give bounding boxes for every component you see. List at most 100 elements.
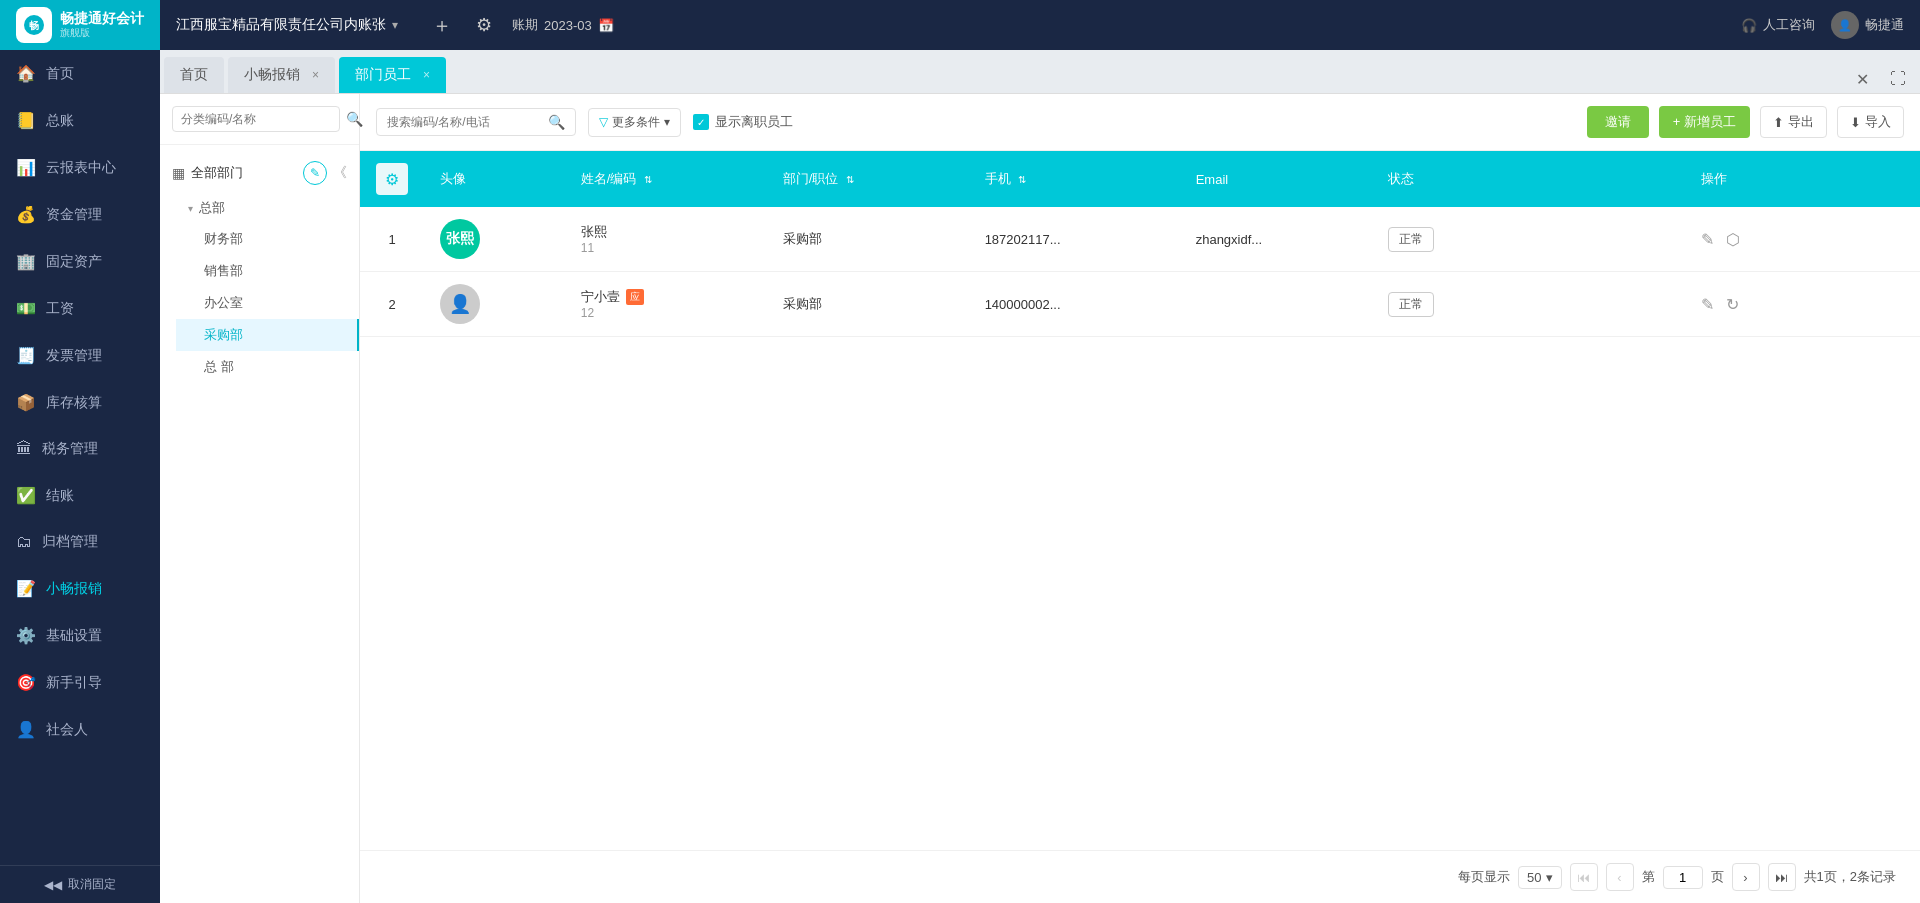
tab-employee-close[interactable]: ×: [423, 68, 430, 82]
row2-avatar: 👤: [424, 272, 565, 337]
dept-grid-icon: ▦: [172, 165, 185, 181]
logout-button-row1[interactable]: ⬡: [1726, 231, 1740, 248]
inventory-icon: 📦: [16, 393, 36, 412]
status-badge: 正常: [1388, 292, 1434, 317]
col-ops: 操作: [1685, 151, 1920, 207]
reports-icon: 📊: [16, 158, 36, 177]
unfix-button[interactable]: ◀◀ 取消固定: [0, 865, 160, 903]
avatar-circle: 张熙: [440, 219, 480, 259]
sidebar: 🏠 首页 📒 总账 📊 云报表中心 💰 资金管理 🏢 固定资产 💵 工资 🧾 发…: [0, 50, 160, 903]
dept-item-sales[interactable]: 销售部: [176, 255, 359, 287]
service-button[interactable]: 🎧 人工咨询: [1741, 16, 1815, 34]
add-company-button[interactable]: ＋: [420, 12, 464, 39]
page-size-value[interactable]: 50 ▾: [1518, 866, 1561, 889]
dept-sort-icon[interactable]: ⇅: [846, 174, 854, 185]
dept-collapse-button[interactable]: 《: [333, 164, 347, 182]
phone-sort-icon[interactable]: ⇅: [1018, 174, 1026, 185]
col-name: 姓名/编码 ⇅: [565, 151, 767, 207]
tab-expand-button[interactable]: ⛶: [1884, 65, 1912, 93]
dept-item-purchase[interactable]: 采购部: [176, 319, 359, 351]
show-resigned-label: 显示离职员工: [715, 113, 793, 131]
name-code: 张熙 11: [581, 223, 751, 255]
add-employee-button[interactable]: + 新增员工: [1659, 106, 1750, 138]
sidebar-item-guide[interactable]: 🎯 新手引导: [0, 659, 160, 706]
dept-item-office[interactable]: 办公室: [176, 287, 359, 319]
sidebar-item-funds[interactable]: 💰 资金管理: [0, 191, 160, 238]
export-icon: ⬆: [1773, 115, 1784, 130]
user-menu[interactable]: 👤 畅捷通: [1831, 11, 1904, 39]
settings-button[interactable]: ⚙: [464, 14, 504, 36]
edit-button-row2[interactable]: ✎: [1701, 296, 1714, 313]
filter-icon: ▽: [599, 115, 608, 129]
tab-employee-label: 部门员工: [355, 66, 411, 84]
row2-ops: ✎ ↻: [1685, 272, 1920, 337]
page-first-button[interactable]: ⏮: [1570, 863, 1598, 891]
sidebar-item-archive[interactable]: 🗂 归档管理: [0, 519, 160, 565]
guide-icon: 🎯: [16, 673, 36, 692]
company-dropdown-arrow: ▾: [392, 18, 398, 32]
sidebar-label-funds: 资金管理: [46, 206, 102, 224]
sidebar-item-social[interactable]: 👤 社会人: [0, 706, 160, 753]
sidebar-item-reports[interactable]: 📊 云报表中心: [0, 144, 160, 191]
more-filter-button[interactable]: ▽ 更多条件 ▾: [588, 108, 681, 137]
period-value: 2023-03: [544, 18, 592, 33]
sidebar-item-closing[interactable]: ✅ 结账: [0, 472, 160, 519]
tab-employee[interactable]: 部门员工 ×: [339, 57, 446, 93]
dept-edit-button[interactable]: ✎: [303, 161, 327, 185]
resigned-checkbox[interactable]: ✓: [693, 114, 709, 130]
employee-search-input[interactable]: [387, 115, 548, 129]
export-button[interactable]: ⬆ 导出: [1760, 106, 1827, 138]
funds-icon: 💰: [16, 205, 36, 224]
dept-item-general[interactable]: 总 部: [176, 351, 359, 383]
dept-group-head[interactable]: ▾ 总部: [176, 193, 359, 223]
unfix-label: 取消固定: [68, 876, 116, 893]
unfix-arrow-icon: ◀◀: [44, 878, 62, 892]
tab-expense-close[interactable]: ×: [312, 68, 319, 82]
period-display: 账期 2023-03 📅: [504, 16, 622, 34]
sidebar-item-ledger[interactable]: 📒 总账: [0, 97, 160, 144]
main-layout: 🏠 首页 📒 总账 📊 云报表中心 💰 资金管理 🏢 固定资产 💵 工资 🧾 发…: [0, 50, 1920, 903]
import-label: 导入: [1865, 113, 1891, 131]
dept-all-button[interactable]: ▦ 全部部门 ✎ 《: [160, 153, 359, 193]
sidebar-item-tax[interactable]: 🏛 税务管理: [0, 426, 160, 472]
edit-button-row1[interactable]: ✎: [1701, 231, 1714, 248]
sidebar-item-expense[interactable]: 📝 小畅报销: [0, 565, 160, 612]
dept-item-finance[interactable]: 财务部: [176, 223, 359, 255]
tab-home[interactable]: 首页: [164, 57, 224, 93]
page-last-button[interactable]: ⏭: [1768, 863, 1796, 891]
company-selector[interactable]: 江西服宝精品有限责任公司内账张 ▾: [160, 16, 420, 34]
page-number-input[interactable]: [1663, 866, 1703, 889]
name-sort-icon[interactable]: ⇅: [644, 174, 652, 185]
tab-expense[interactable]: 小畅报销 ×: [228, 57, 335, 93]
toolbar-right: 邀请 + 新增员工 ⬆ 导出 ⬇ 导入: [1587, 106, 1904, 138]
sidebar-item-invoice[interactable]: 🧾 发票管理: [0, 332, 160, 379]
show-resigned-toggle[interactable]: ✓ 显示离职员工: [693, 113, 793, 131]
sidebar-item-home[interactable]: 🏠 首页: [0, 50, 160, 97]
sidebar-item-base[interactable]: ⚙️ 基础设置: [0, 612, 160, 659]
user-name: 畅捷通: [1865, 16, 1904, 34]
sidebar-item-inventory[interactable]: 📦 库存核算: [0, 379, 160, 426]
logo-icon: 畅: [16, 7, 52, 43]
sidebar-item-assets[interactable]: 🏢 固定资产: [0, 238, 160, 285]
table-settings-button[interactable]: ⚙: [376, 163, 408, 195]
sidebar-label-invoice: 发票管理: [46, 347, 102, 365]
import-button[interactable]: ⬇ 导入: [1837, 106, 1904, 138]
refresh-button-row2[interactable]: ↻: [1726, 296, 1739, 313]
page-prev-button[interactable]: ‹: [1606, 863, 1634, 891]
more-filter-label: 更多条件: [612, 114, 660, 131]
sidebar-label-salary: 工资: [46, 300, 74, 318]
pagination-bar: 每页显示 50 ▾ ⏮ ‹ 第 页 › ⏭: [360, 850, 1920, 903]
page-size-select[interactable]: 50 ▾: [1518, 866, 1561, 889]
invite-button[interactable]: 邀请: [1587, 106, 1649, 138]
page-unit: 页: [1711, 868, 1724, 886]
dept-search-input[interactable]: [172, 106, 340, 132]
page-next-button[interactable]: ›: [1732, 863, 1760, 891]
sidebar-item-salary[interactable]: 💵 工资: [0, 285, 160, 332]
logo-subtitle: 旗舰版: [60, 26, 144, 40]
ledger-icon: 📒: [16, 111, 36, 130]
social-icon: 👤: [16, 720, 36, 739]
tab-close-all-button[interactable]: ✕: [1848, 65, 1876, 93]
avatar-gray: 👤: [440, 284, 480, 324]
calendar-icon[interactable]: 📅: [598, 18, 614, 33]
employee-search-icon[interactable]: 🔍: [548, 114, 565, 130]
